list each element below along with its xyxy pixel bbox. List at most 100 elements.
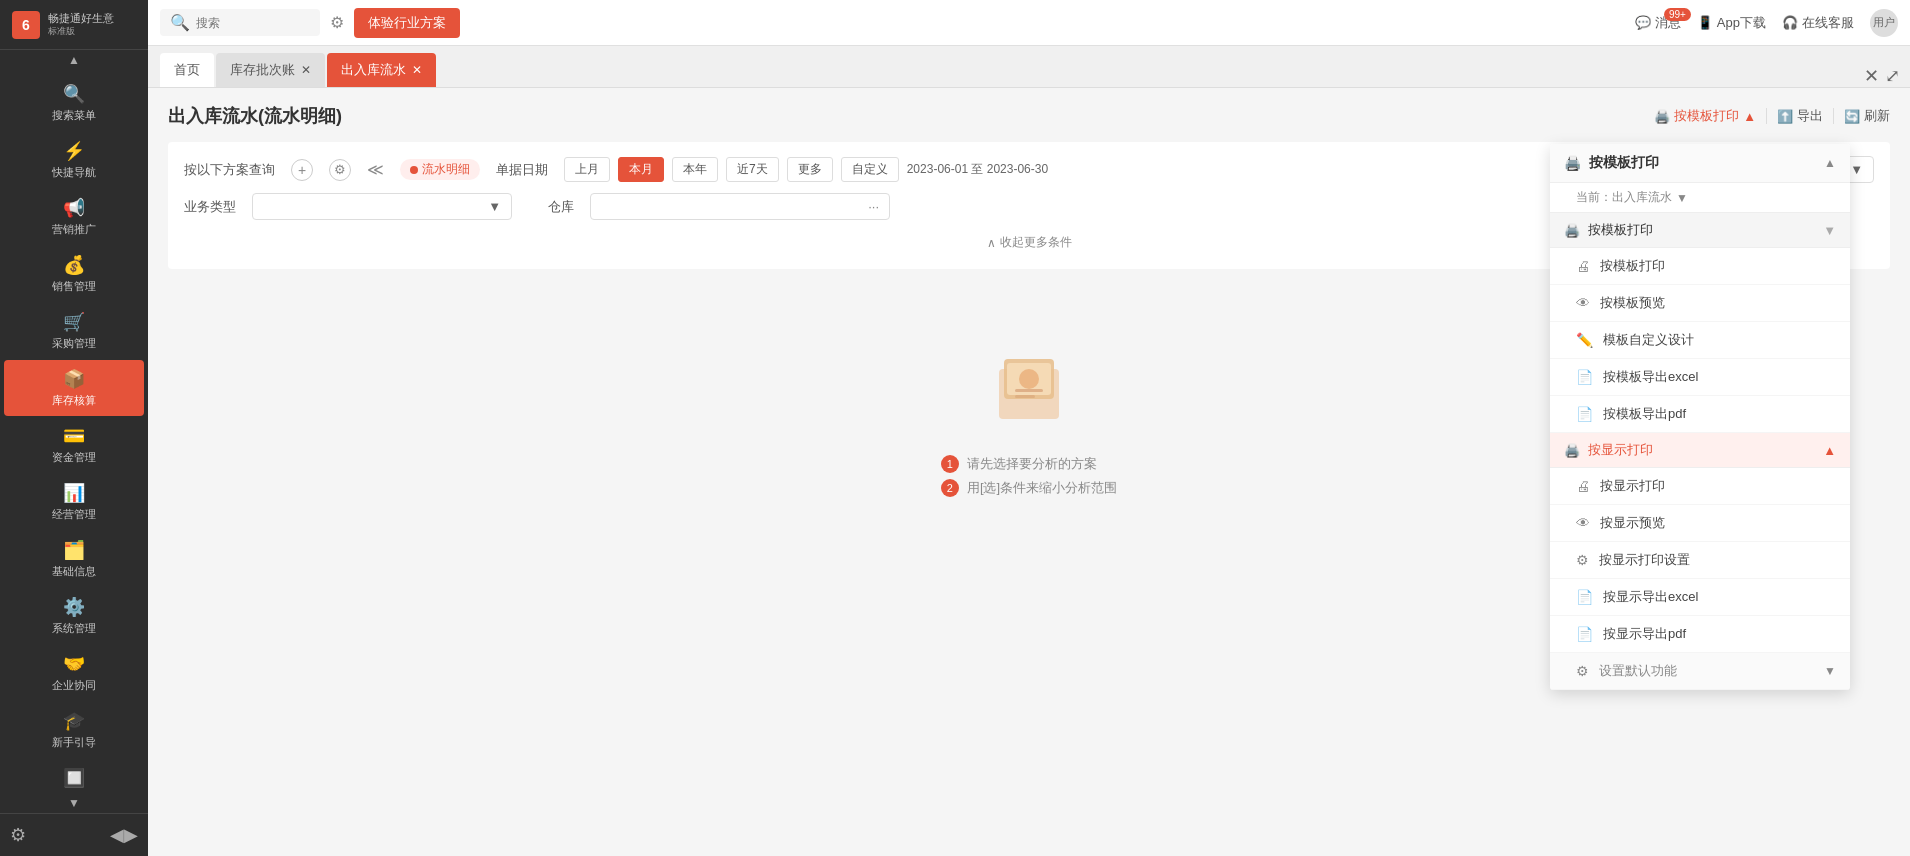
date-range: 2023-06-01 至 2023-06-30	[907, 161, 1048, 178]
tab-flow[interactable]: 出入库流水 ✕	[327, 53, 436, 87]
date-this-year-btn[interactable]: 本年	[672, 157, 718, 182]
sidebar-item-sales[interactable]: 💰 销售管理	[4, 246, 144, 302]
filter-add-btn[interactable]: +	[291, 159, 313, 181]
search-input[interactable]	[196, 16, 296, 30]
marketing-icon: 📢	[63, 197, 85, 219]
app-download-btn[interactable]: 📱 App下载	[1697, 14, 1766, 32]
filter-collapse-btn[interactable]: ≪	[367, 160, 384, 179]
date-custom-btn[interactable]: 自定义	[841, 157, 899, 182]
sidebar-logo: 6 畅捷通好生意 标准版	[0, 0, 148, 50]
dropdown-item-template-excel[interactable]: 📄 按模板导出excel	[1550, 359, 1850, 396]
export-btn[interactable]: ⬆️ 导出	[1777, 107, 1823, 125]
item-label: 按模板导出excel	[1603, 368, 1698, 386]
sidebar-item-enterprise[interactable]: 🤝 企业协同	[4, 645, 144, 701]
dropdown-header-arrow[interactable]: ▲	[1824, 156, 1836, 170]
trial-btn[interactable]: 体验行业方案	[354, 8, 460, 38]
sales-icon: 💰	[63, 254, 85, 276]
user-avatar[interactable]: 用户	[1870, 9, 1898, 37]
page-actions: 🖨️ 按模板打印 ▲ ⬆️ 导出 🔄 刷新	[1654, 107, 1890, 125]
printer-header-icon: 🖨️	[1564, 155, 1581, 171]
footer-label: 设置默认功能	[1599, 662, 1677, 680]
print-icon: 🖨	[1576, 258, 1590, 274]
dropdown-current-arrow: ▼	[1676, 191, 1688, 205]
chevron-down-icon: ▼	[1850, 162, 1863, 177]
template-print-section-header: 🖨️ 按模板打印 ▼	[1550, 213, 1850, 248]
item-label: 按显示导出excel	[1603, 588, 1698, 606]
divider	[1766, 108, 1767, 124]
default-settings-icon: ⚙	[1576, 663, 1589, 679]
gear-icon[interactable]: ⚙	[330, 13, 344, 32]
sidebar-item-purchase[interactable]: 🛒 采购管理	[4, 303, 144, 359]
sidebar-item-operation[interactable]: 📊 经营管理	[4, 474, 144, 530]
dropdown-footer-settings[interactable]: ⚙ 设置默认功能 ▼	[1550, 653, 1850, 690]
dropdown-item-template-custom[interactable]: ✏️ 模板自定义设计	[1550, 322, 1850, 359]
filter-settings-btn[interactable]: ⚙	[329, 159, 351, 181]
sidebar-nav: 🔍 搜索菜单 ⚡ 快捷导航 📢 营销推广 💰 销售管理 🛒 采购管理 📦 库存核…	[0, 70, 148, 793]
item-label: 按模板打印	[1600, 257, 1665, 275]
excel-icon: 📄	[1576, 369, 1593, 385]
biz-type-chevron-icon: ▼	[488, 199, 501, 214]
dropdown-item-display-print[interactable]: 🖨 按显示打印	[1550, 468, 1850, 505]
sidebar-item-search[interactable]: 🔍 搜索菜单	[4, 75, 144, 131]
headset-icon: 🎧	[1782, 15, 1798, 30]
enterprise-icon: 🤝	[63, 653, 85, 675]
header-search-box[interactable]: 🔍	[160, 9, 320, 36]
refresh-btn[interactable]: 🔄 刷新	[1844, 107, 1890, 125]
date-more-btn[interactable]: 更多	[787, 157, 833, 182]
finance-icon: 💳	[63, 425, 85, 447]
sidebar-item-finance[interactable]: 💳 资金管理	[4, 417, 144, 473]
template-section-arrow: ▼	[1823, 223, 1836, 238]
settings-bottom-icon[interactable]: ⚙	[10, 824, 26, 846]
guide-icon: 🎓	[63, 710, 85, 732]
warehouse-select[interactable]: ···	[590, 193, 890, 220]
svg-rect-4	[1015, 389, 1043, 392]
print-template-btn[interactable]: 🖨️ 按模板打印 ▲	[1654, 107, 1756, 125]
sidebar-scroll-up[interactable]: ▲	[0, 50, 148, 70]
inventory-icon: 📦	[63, 368, 85, 390]
sidebar-item-marketing[interactable]: 📢 营销推广	[4, 189, 144, 245]
date-7days-btn[interactable]: 近7天	[726, 157, 779, 182]
item-label: 按模板预览	[1600, 294, 1665, 312]
date-last-month-btn[interactable]: 上月	[564, 157, 610, 182]
collapse-sidebar-icon[interactable]: ◀▶	[110, 824, 138, 846]
mobile-icon: 📱	[1697, 15, 1713, 30]
online-service-btn[interactable]: 🎧 在线客服	[1782, 14, 1854, 32]
logo-title: 畅捷通好生意	[48, 11, 114, 25]
step-1-num: 1	[941, 455, 959, 473]
date-filter-label: 单据日期	[496, 161, 548, 179]
display-print-section-header: 🖨️ 按显示打印 ▲	[1550, 433, 1850, 468]
page-title-row: 出入库流水(流水明细) 🖨️ 按模板打印 ▲ ⬆️ 导出 🔄	[168, 104, 1890, 128]
biz-type-select[interactable]: ▼	[252, 193, 512, 220]
sidebar-item-guide[interactable]: 🎓 新手引导	[4, 702, 144, 758]
dropdown-item-template-preview[interactable]: 👁 按模板预览	[1550, 285, 1850, 322]
message-btn[interactable]: 💬 消息 99+	[1635, 14, 1681, 32]
divider2	[1833, 108, 1834, 124]
dropdown-item-display-preview[interactable]: 👁 按显示预览	[1550, 505, 1850, 542]
sidebar-item-system[interactable]: ⚙️ 系统管理	[4, 588, 144, 644]
collapse-label: 收起更多条件	[1000, 234, 1072, 251]
template-section-label: 按模板打印	[1588, 221, 1653, 239]
tab-batch-label: 库存批次账	[230, 61, 295, 79]
active-filter-tag: 流水明细	[400, 159, 480, 180]
sidebar-item-appcenter[interactable]: 🔲 应用中心	[4, 759, 144, 793]
tab-batch[interactable]: 库存批次账 ✕	[216, 53, 325, 87]
tab-home[interactable]: 首页	[160, 53, 214, 87]
sidebar: 6 畅捷通好生意 标准版 ▲ 🔍 搜索菜单 ⚡ 快捷导航 📢 营销推广 💰 销售…	[0, 0, 148, 856]
dropdown-item-template-print[interactable]: 🖨 按模板打印	[1550, 248, 1850, 285]
tab-bar-right: ✕ ⤢	[1854, 65, 1910, 87]
search-icon: 🔍	[170, 13, 190, 32]
sidebar-item-basic[interactable]: 🗂️ 基础信息	[4, 531, 144, 587]
tab-expand-btn[interactable]: ⤢	[1885, 65, 1900, 87]
tab-flow-close[interactable]: ✕	[412, 63, 422, 77]
dropdown-item-display-pdf[interactable]: 📄 按显示导出pdf	[1550, 616, 1850, 653]
date-this-month-btn[interactable]: 本月	[618, 157, 664, 182]
sidebar-scroll-down[interactable]: ▼	[0, 793, 148, 813]
sidebar-item-quicknav[interactable]: ⚡ 快捷导航	[4, 132, 144, 188]
item-label: 按显示预览	[1600, 514, 1665, 532]
tab-close-all-btn[interactable]: ✕	[1864, 65, 1879, 87]
dropdown-item-template-pdf[interactable]: 📄 按模板导出pdf	[1550, 396, 1850, 433]
sidebar-item-inventory[interactable]: 📦 库存核算	[4, 360, 144, 416]
dropdown-item-display-excel[interactable]: 📄 按显示导出excel	[1550, 579, 1850, 616]
dropdown-item-display-print-settings[interactable]: ⚙ 按显示打印设置	[1550, 542, 1850, 579]
tab-batch-close[interactable]: ✕	[301, 63, 311, 77]
